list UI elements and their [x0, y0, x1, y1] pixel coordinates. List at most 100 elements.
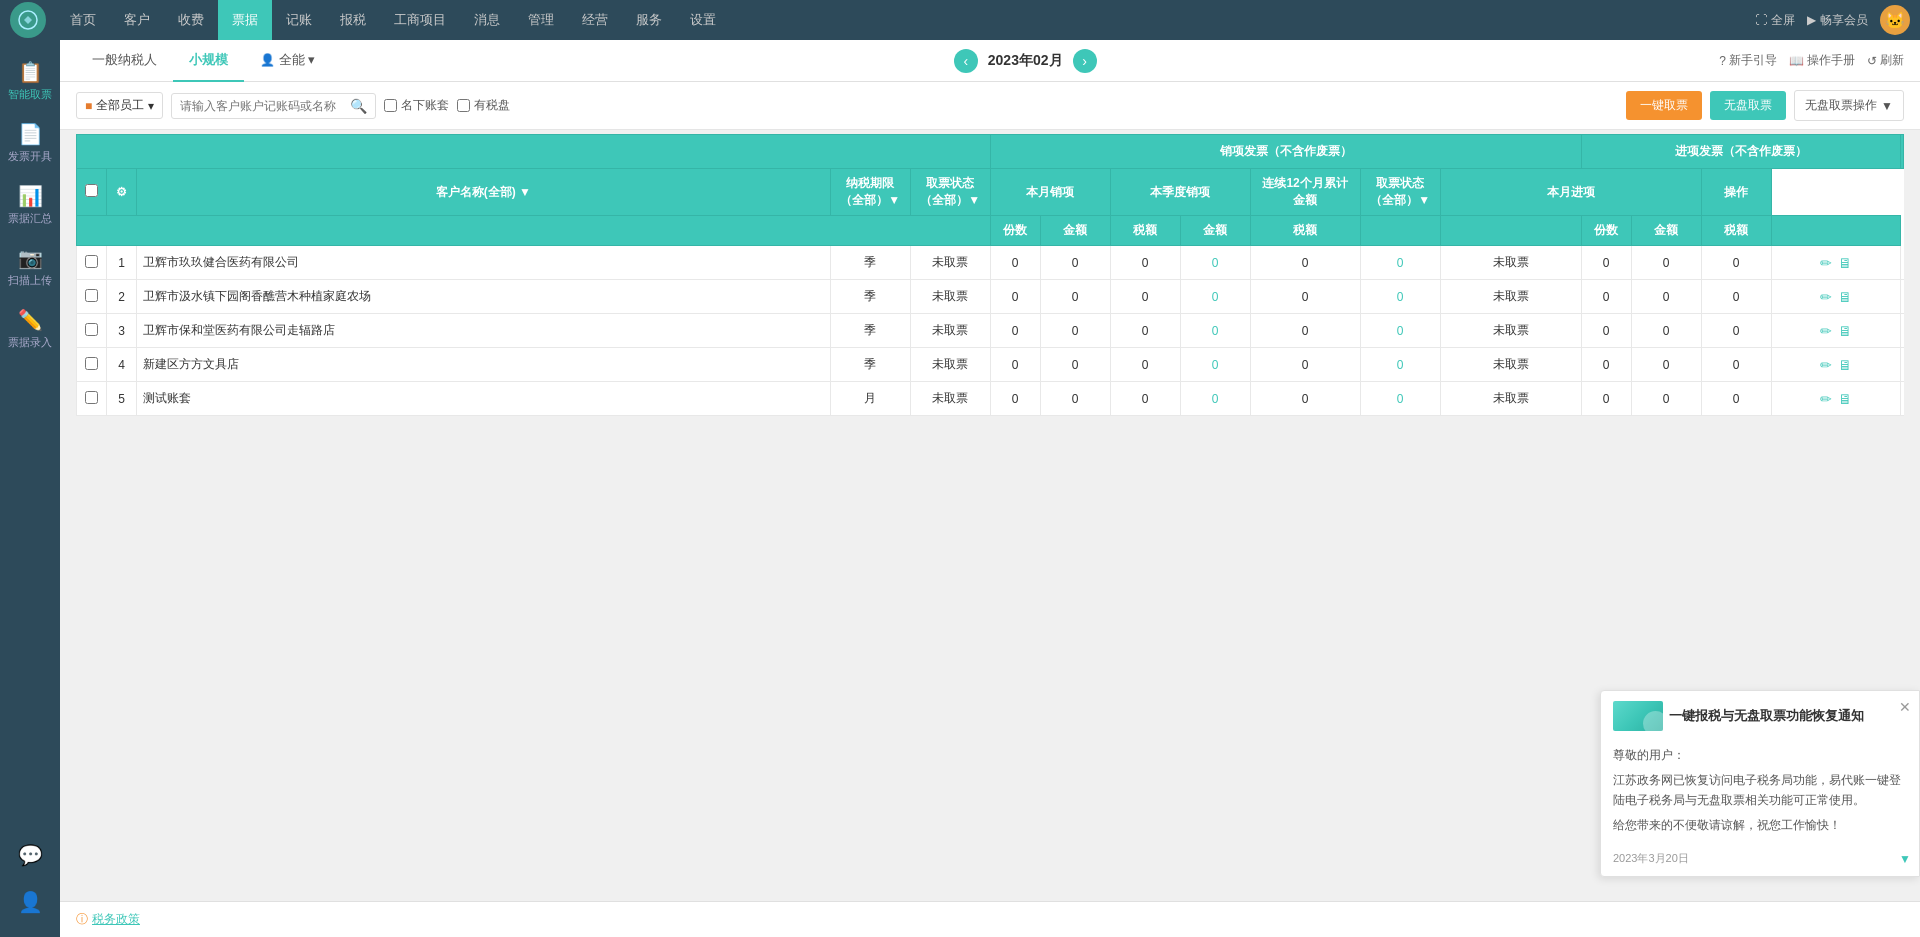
row-view-btn-0[interactable]: 🖥: [1838, 255, 1852, 271]
diskless-operations-btn[interactable]: 无盘取票操作 ▼: [1794, 90, 1904, 121]
tab-small-scale[interactable]: 小规模: [173, 40, 244, 82]
nav-customer[interactable]: 客户: [110, 0, 164, 40]
notification-body: 江苏政务网已恢复访问电子税务局功能，易代账一键登陆电子税务局与无盘取票相关功能可…: [1613, 770, 1907, 811]
nav-service[interactable]: 服务: [622, 0, 676, 40]
nav-operation[interactable]: 经营: [568, 0, 622, 40]
sidebar-chat[interactable]: 💬: [0, 833, 60, 880]
own-account-filter[interactable]: 名下账套: [384, 97, 449, 114]
nav-manage[interactable]: 管理: [514, 0, 568, 40]
row-purchase-status: 未取票: [1440, 382, 1581, 416]
tab-all-label: 全能: [279, 51, 305, 69]
row-checkbox-4[interactable]: [85, 391, 98, 404]
row-sales-quarter-tax: 0: [1250, 246, 1360, 280]
sidebar-item-invoice-summary[interactable]: 📊 票据汇总: [0, 174, 60, 236]
popup-close-btn[interactable]: ✕: [1899, 699, 1911, 715]
search-button[interactable]: 🔍: [350, 98, 367, 114]
row-sales-year-amount: 0: [1360, 246, 1440, 280]
row-edit-btn-3[interactable]: ✏: [1820, 357, 1832, 373]
row-sales-month-amount: 0: [1040, 280, 1110, 314]
row-view-btn-2[interactable]: 🖥: [1838, 323, 1852, 339]
row-edit-btn-1[interactable]: ✏: [1820, 289, 1832, 305]
sidebar-item-invoice-open[interactable]: 📄 发票开具: [0, 112, 60, 174]
sidebar-item-scan-upload[interactable]: 📷 扫描上传: [0, 236, 60, 298]
col-purchase-month-tax: 税额: [1701, 216, 1771, 246]
col-sales-status: 取票状态（全部）▼: [910, 169, 990, 216]
row-view-btn-4[interactable]: 🖥: [1838, 391, 1852, 407]
nav-message[interactable]: 消息: [460, 0, 514, 40]
table-row: 3 卫辉市保和堂医药有限公司走辐路店 季 未取票 0 0 0 0 0 0 未取票…: [77, 314, 1904, 348]
row-check[interactable]: [77, 314, 107, 348]
nav-business[interactable]: 工商项目: [380, 0, 460, 40]
vip-btn[interactable]: ▶ 畅享会员: [1807, 12, 1868, 29]
tab-all[interactable]: 👤 全能 ▾: [244, 40, 331, 82]
diskless-ticket-btn[interactable]: 无盘取票: [1710, 91, 1786, 120]
prev-month-btn[interactable]: ‹: [954, 49, 978, 73]
refresh-btn[interactable]: ↺ 刷新: [1867, 52, 1904, 69]
bottom-bar: ⓘ 税务政策: [60, 901, 1920, 937]
new-guide-btn[interactable]: ? 新手引导: [1719, 52, 1777, 69]
settings-icon[interactable]: ⚙: [116, 185, 127, 199]
row-check[interactable]: [77, 246, 107, 280]
row-checkbox-0[interactable]: [85, 255, 98, 268]
table-row: 5 测试账套 月 未取票 0 0 0 0 0 0 未取票 0 0 0 ✏ 🖥: [77, 382, 1904, 416]
search-input[interactable]: [180, 99, 350, 113]
row-num: 2: [107, 280, 137, 314]
row-edit-btn-4[interactable]: ✏: [1820, 391, 1832, 407]
own-account-checkbox[interactable]: [384, 99, 397, 112]
chat-icon: 💬: [18, 843, 43, 867]
row-edit-btn-0[interactable]: ✏: [1820, 255, 1832, 271]
col-purchase-month-amount: 金额: [1631, 216, 1701, 246]
row-num: 5: [107, 382, 137, 416]
row-view-btn-1[interactable]: 🖥: [1838, 289, 1852, 305]
sidebar-item-smart-ticket[interactable]: 📋 智能取票: [0, 50, 60, 112]
ticket-entry-icon: ✏️: [18, 308, 43, 332]
row-sales-month-amount: 0: [1040, 314, 1110, 348]
row-edit-btn-2[interactable]: ✏: [1820, 323, 1832, 339]
header-purchase: 进项发票（不含作废票）: [1581, 135, 1901, 169]
row-sales-quarter-amount: 0: [1180, 348, 1250, 382]
row-purchase-status: 未取票: [1440, 280, 1581, 314]
row-num: 1: [107, 246, 137, 280]
row-purchase-month-amount: 0: [1631, 382, 1701, 416]
tax-policy-link[interactable]: 税务政策: [92, 911, 140, 928]
popup-header: 一键报税与无盘取票功能恢复通知: [1601, 691, 1919, 741]
one-click-ticket-btn[interactable]: 一键取票: [1626, 91, 1702, 120]
row-check[interactable]: [77, 280, 107, 314]
fullscreen-btn[interactable]: ⛶ 全屏: [1755, 12, 1795, 29]
row-checkbox-2[interactable]: [85, 323, 98, 336]
col-sales-quarter-amount: 金额: [1180, 216, 1250, 246]
employee-filter-icon: ■: [85, 99, 92, 113]
tax-disk-checkbox[interactable]: [457, 99, 470, 112]
select-all-checkbox[interactable]: [85, 184, 98, 197]
nav-settings[interactable]: 设置: [676, 0, 730, 40]
detail-header-row: 份数 金额 税额 金额 税额 份数 金额 税额: [77, 216, 1904, 246]
user-avatar[interactable]: 🐱: [1880, 5, 1910, 35]
employee-filter[interactable]: ■ 全部员工 ▾: [76, 92, 163, 119]
row-check[interactable]: [77, 348, 107, 382]
row-sales-year-amount: 0: [1360, 314, 1440, 348]
row-checkbox-3[interactable]: [85, 357, 98, 370]
notification-greeting: 尊敬的用户：: [1613, 745, 1907, 765]
row-view-btn-3[interactable]: 🖥: [1838, 357, 1852, 373]
next-month-btn[interactable]: ›: [1073, 49, 1097, 73]
sidebar-item-ticket-entry-label: 票据录入: [8, 335, 52, 350]
tax-disk-filter[interactable]: 有税盘: [457, 97, 510, 114]
row-sales-year-amount: 0: [1360, 348, 1440, 382]
nav-tax[interactable]: 报税: [326, 0, 380, 40]
sidebar-user[interactable]: 👤: [0, 880, 60, 927]
nav-billing[interactable]: 收费: [164, 0, 218, 40]
popup-scroll-down[interactable]: ▼: [1899, 852, 1911, 866]
row-check[interactable]: [77, 382, 107, 416]
nav-invoice[interactable]: 票据: [218, 0, 272, 40]
nav-bookkeeping[interactable]: 记账: [272, 0, 326, 40]
sidebar-item-ticket-entry[interactable]: ✏️ 票据录入: [0, 298, 60, 360]
nav-home[interactable]: 首页: [56, 0, 110, 40]
nav-items: 首页 客户 收费 票据 记账 报税 工商项目 消息 管理 经营 服务 设置: [56, 0, 1755, 40]
table-scroll: 销项发票（不含作废票） 进项发票（不含作废票） ⚙: [76, 130, 1904, 416]
row-purchase-month-tax: 0: [1701, 348, 1771, 382]
manual-btn[interactable]: 📖 操作手册: [1789, 52, 1855, 69]
new-guide-icon: ?: [1719, 54, 1726, 68]
tab-general-taxpayer[interactable]: 一般纳税人: [76, 40, 173, 82]
row-checkbox-1[interactable]: [85, 289, 98, 302]
row-sales-status: 未取票: [910, 314, 990, 348]
